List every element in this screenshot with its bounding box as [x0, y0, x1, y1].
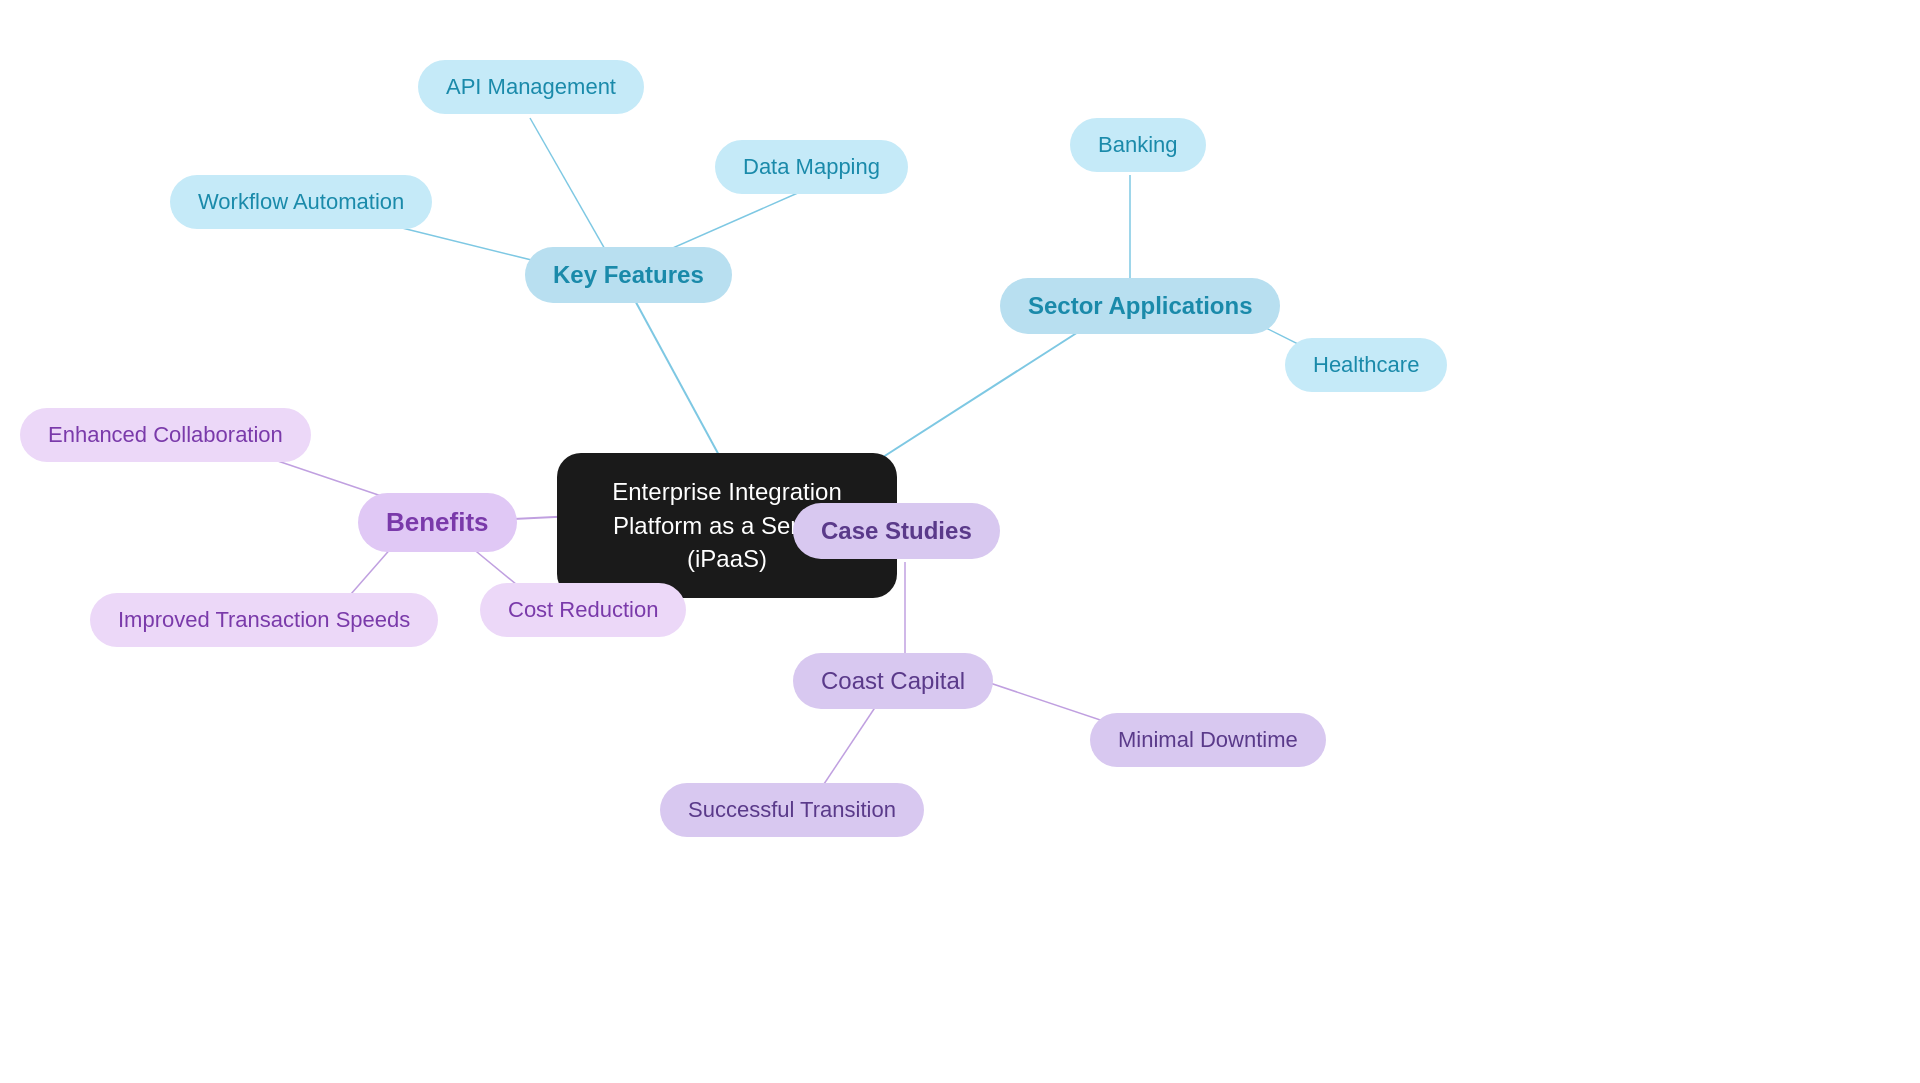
svg-line-11: [855, 510, 900, 530]
svg-line-13: [975, 678, 1160, 740]
svg-line-14: [820, 700, 880, 790]
svg-line-1: [530, 118, 610, 258]
svg-line-3: [390, 225, 572, 270]
svg-line-9: [330, 538, 400, 618]
svg-line-10: [460, 538, 545, 608]
svg-line-7: [490, 510, 700, 520]
svg-line-0: [632, 295, 727, 470]
svg-line-6: [1230, 310, 1340, 365]
svg-line-8: [260, 455, 408, 505]
svg-line-4: [855, 318, 1100, 475]
svg-line-2: [650, 192, 800, 258]
